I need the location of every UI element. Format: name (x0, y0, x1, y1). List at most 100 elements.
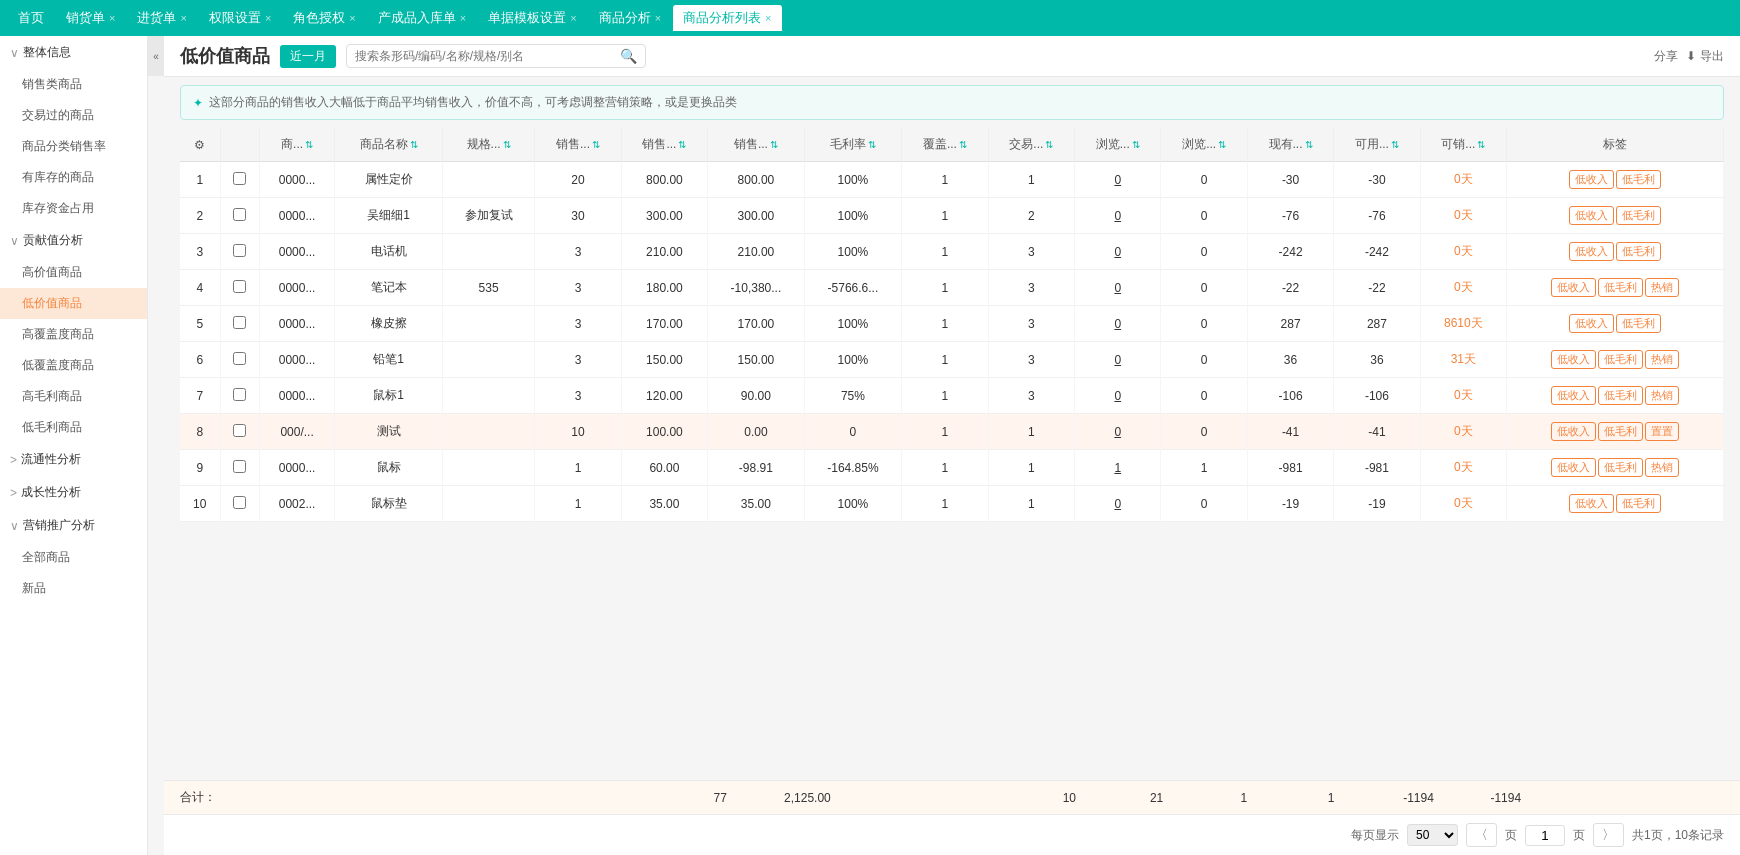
sidebar-item-商品分类销售率[interactable]: 商品分类销售率 (0, 131, 147, 162)
row-trade-count: 2 (988, 198, 1074, 234)
sidebar-item-低覆盖度商品[interactable]: 低覆盖度商品 (0, 350, 147, 381)
sidebar-item-有库存的商品[interactable]: 有库存的商品 (0, 162, 147, 193)
export-button[interactable]: ⬇ 导出 (1686, 48, 1724, 65)
row-browse1[interactable]: 0 (1075, 342, 1161, 378)
row-checkbox[interactable] (233, 460, 246, 473)
sidebar-item-交易过的商品[interactable]: 交易过的商品 (0, 100, 147, 131)
nav-item-商品分析[interactable]: 商品分析× (589, 5, 671, 31)
nav-item-产成品入库单[interactable]: 产成品入库单× (368, 5, 476, 31)
row-browse2: 0 (1161, 234, 1247, 270)
col-header-name[interactable]: 商品名称⇅ (335, 128, 443, 162)
collapse-button[interactable]: « (148, 36, 164, 76)
row-browse1[interactable]: 0 (1075, 306, 1161, 342)
row-browse1[interactable]: 0 (1075, 198, 1161, 234)
col-header-trade_count[interactable]: 交易...⇅ (988, 128, 1074, 162)
col-header-sales_profit[interactable]: 销售...⇅ (708, 128, 805, 162)
nav-item-权限设置[interactable]: 权限设置× (199, 5, 281, 31)
sidebar-group-营销推广分析[interactable]: ∨营销推广分析 (0, 509, 147, 542)
row-browse1[interactable]: 0 (1075, 162, 1161, 198)
col-header-sales_amount[interactable]: 销售...⇅ (621, 128, 707, 162)
nav-close-icon[interactable]: × (349, 12, 355, 24)
period-button[interactable]: 近一月 (280, 45, 336, 68)
nav-close-icon[interactable]: × (265, 12, 271, 24)
col-header-gross_margin[interactable]: 毛利率⇅ (804, 128, 902, 162)
sidebar-group-整体信息[interactable]: ∨整体信息 (0, 36, 147, 69)
row-browse1[interactable]: 0 (1075, 414, 1161, 450)
row-sales-profit: -10,380... (708, 270, 805, 306)
row-checkbox[interactable] (233, 388, 246, 401)
row-sales-profit: 90.00 (708, 378, 805, 414)
sidebar-item-低毛利商品[interactable]: 低毛利商品 (0, 412, 147, 443)
nav-close-icon[interactable]: × (460, 12, 466, 24)
col-header-available[interactable]: 可用...⇅ (1334, 128, 1420, 162)
first-page-button[interactable]: 〈 (1466, 823, 1497, 847)
tag-badge: 低毛利 (1598, 386, 1643, 405)
sort-icon: ⇅ (1391, 139, 1399, 150)
nav-close-icon[interactable]: × (180, 12, 186, 24)
row-browse1[interactable]: 0 (1075, 234, 1161, 270)
sidebar-item-新品[interactable]: 新品 (0, 573, 147, 604)
col-header-coverage[interactable]: 覆盖...⇅ (902, 128, 988, 162)
row-checkbox[interactable] (233, 424, 246, 437)
row-browse1[interactable]: 1 (1075, 450, 1161, 486)
info-text: 这部分商品的销售收入大幅低于商品平均销售收入，价值不高，可考虑调整营销策略，或是… (209, 94, 737, 111)
col-header-settings: ⚙ (180, 128, 220, 162)
row-checkbox[interactable] (233, 316, 246, 329)
nav-close-icon[interactable]: × (765, 12, 771, 24)
sidebar-item-高覆盖度商品[interactable]: 高覆盖度商品 (0, 319, 147, 350)
col-header-spec[interactable]: 规格...⇅ (442, 128, 534, 162)
next-page-button[interactable]: 〉 (1593, 823, 1624, 847)
row-sales-amount: 170.00 (621, 306, 707, 342)
nav-close-icon[interactable]: × (570, 12, 576, 24)
row-checkbox[interactable] (233, 280, 246, 293)
sidebar-item-低价值商品[interactable]: 低价值商品 (0, 288, 147, 319)
table-row: 90000...鼠标160.00-98.91-164.85%1111-981-9… (180, 450, 1724, 486)
row-sales-amount: 150.00 (621, 342, 707, 378)
nav-item-单据模板设置[interactable]: 单据模板设置× (478, 5, 586, 31)
col-header-code[interactable]: 商...⇅ (259, 128, 334, 162)
sidebar-group-成长性分析[interactable]: >成长性分析 (0, 476, 147, 509)
col-header-sales_qty[interactable]: 销售...⇅ (535, 128, 621, 162)
page-header: 低价值商品 近一月 🔍 分享 ⬇ 导出 (164, 36, 1740, 77)
page-number-input[interactable] (1525, 825, 1565, 846)
search-input[interactable] (355, 49, 620, 63)
row-browse2: 1 (1161, 450, 1247, 486)
page-size-select[interactable]: 50 100 (1407, 824, 1458, 846)
row-current-stock: -41 (1247, 414, 1333, 450)
nav-close-icon[interactable]: × (109, 12, 115, 24)
sidebar-group-贡献值分析[interactable]: ∨贡献值分析 (0, 224, 147, 257)
row-code: 0000... (259, 342, 334, 378)
row-index: 9 (180, 450, 220, 486)
nav-item-角色授权[interactable]: 角色授权× (283, 5, 365, 31)
row-index: 3 (180, 234, 220, 270)
nav-item-进货单[interactable]: 进货单× (127, 5, 196, 31)
sidebar-item-库存资金占用[interactable]: 库存资金占用 (0, 193, 147, 224)
nav-close-icon[interactable]: × (655, 12, 661, 24)
sidebar-item-高价值商品[interactable]: 高价值商品 (0, 257, 147, 288)
row-browse1[interactable]: 0 (1075, 270, 1161, 306)
nav-item-销货单[interactable]: 销货单× (56, 5, 125, 31)
row-trade-count: 1 (988, 486, 1074, 522)
row-checkbox[interactable] (233, 352, 246, 365)
sidebar-item-高毛利商品[interactable]: 高毛利商品 (0, 381, 147, 412)
sidebar-group-流通性分析[interactable]: >流通性分析 (0, 443, 147, 476)
row-browse1[interactable]: 0 (1075, 486, 1161, 522)
row-checkbox[interactable] (233, 172, 246, 185)
row-checkbox[interactable] (233, 496, 246, 509)
row-sellable: 0天 (1420, 198, 1506, 234)
nav-item-商品分析列表[interactable]: 商品分析列表× (673, 5, 781, 31)
page-label-text2: 页 (1573, 827, 1585, 844)
col-header-browse2[interactable]: 浏览...⇅ (1161, 128, 1247, 162)
share-button[interactable]: 分享 (1654, 48, 1678, 65)
tag-badge: 低毛利 (1616, 206, 1661, 225)
sidebar-item-全部商品[interactable]: 全部商品 (0, 542, 147, 573)
row-checkbox[interactable] (233, 244, 246, 257)
col-header-sellable[interactable]: 可销...⇅ (1420, 128, 1506, 162)
sidebar-item-销售类商品[interactable]: 销售类商品 (0, 69, 147, 100)
row-checkbox[interactable] (233, 208, 246, 221)
col-header-current_stock[interactable]: 现有...⇅ (1247, 128, 1333, 162)
row-gross-margin: -164.85% (804, 450, 902, 486)
row-browse1[interactable]: 0 (1075, 378, 1161, 414)
nav-item-首页[interactable]: 首页 (8, 5, 54, 31)
col-header-browse1[interactable]: 浏览...⇅ (1075, 128, 1161, 162)
